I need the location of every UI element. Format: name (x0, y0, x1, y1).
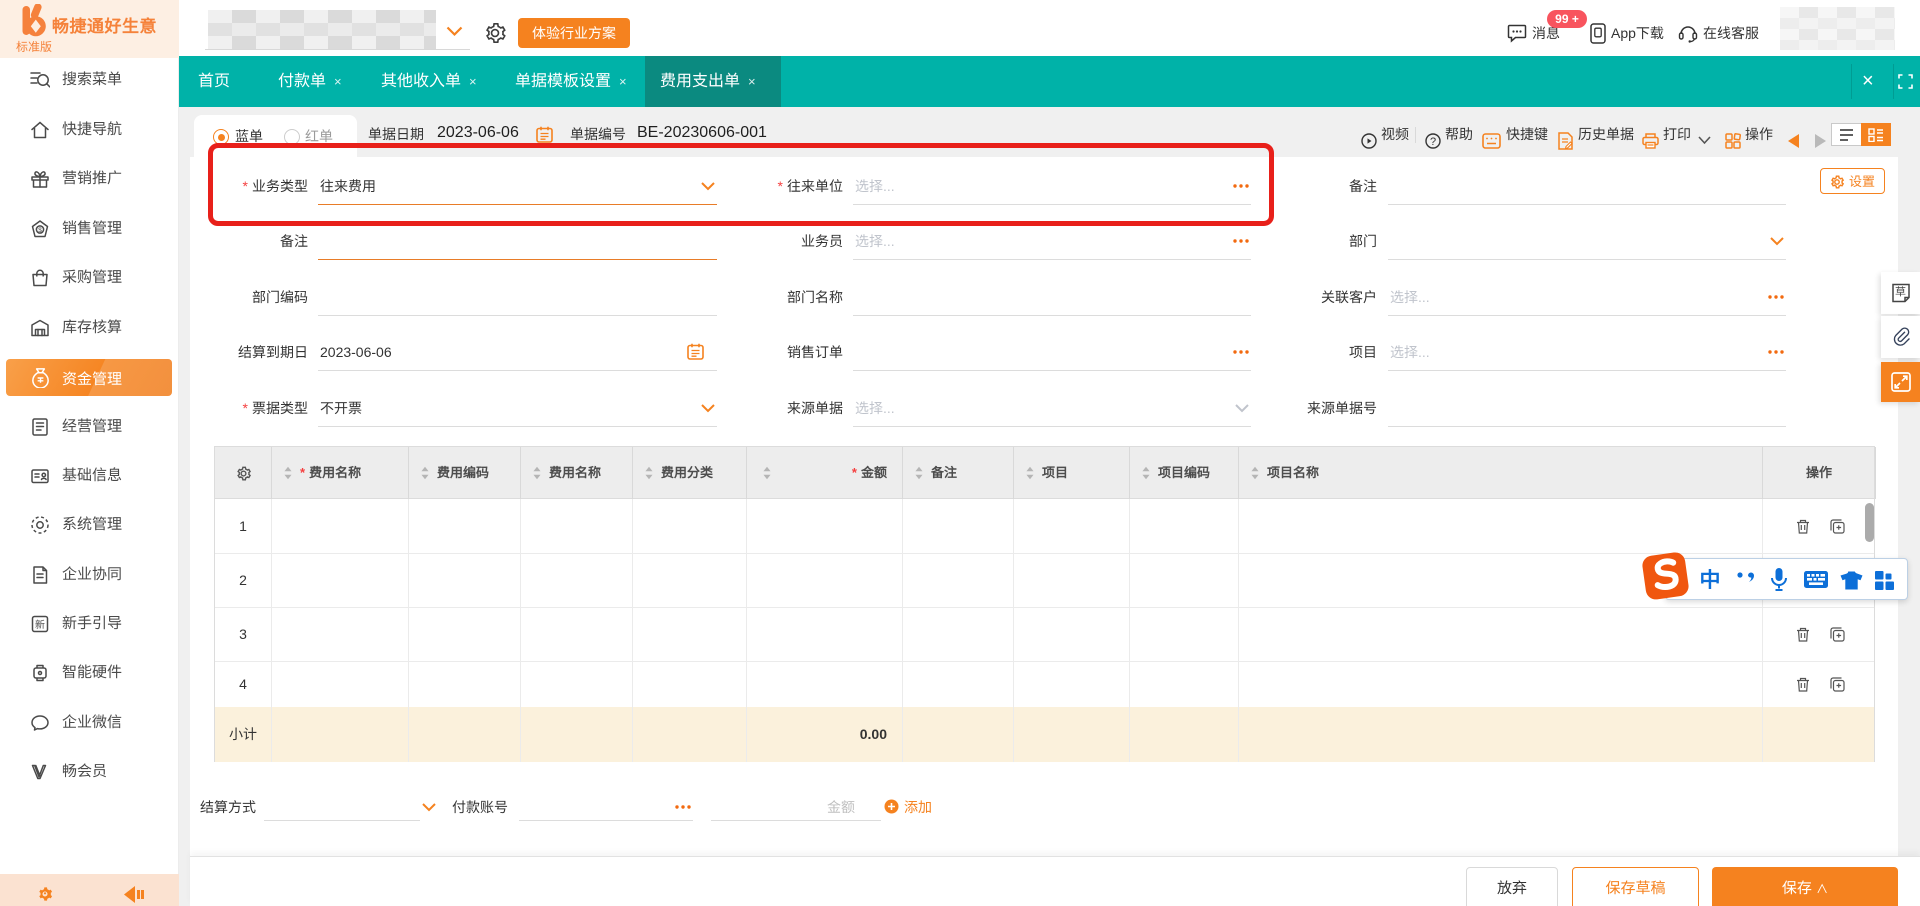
svg-text:新: 新 (35, 616, 45, 631)
svg-text:$: $ (38, 227, 42, 234)
svg-text:草: 草 (1895, 284, 1906, 300)
svg-text:?: ? (1430, 136, 1436, 148)
